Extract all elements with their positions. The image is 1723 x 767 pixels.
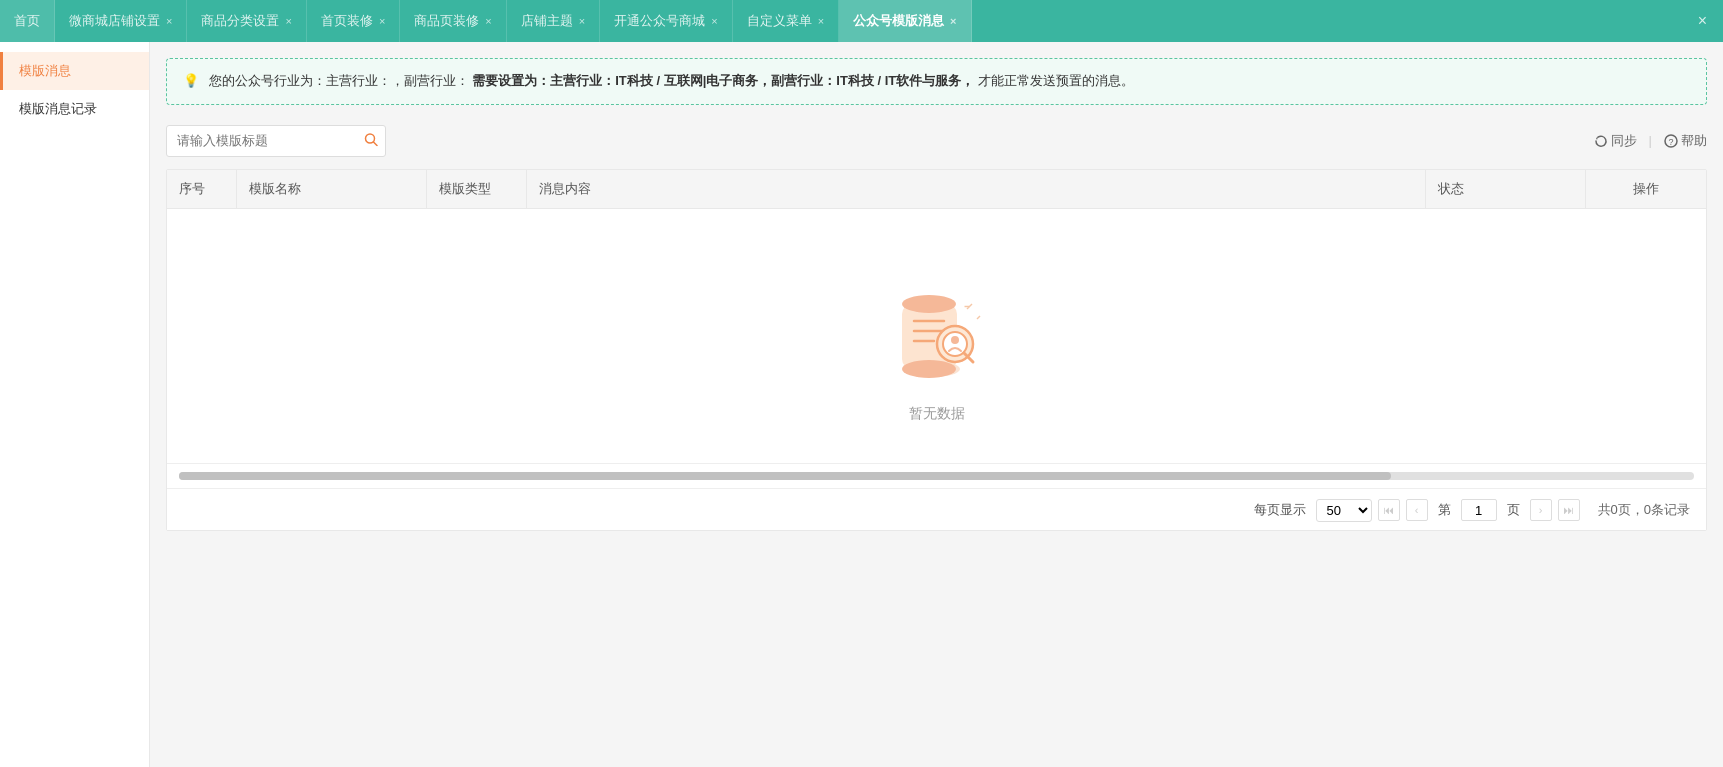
svg-text:?: ?	[1668, 137, 1673, 147]
page-di-label: 第	[1438, 501, 1451, 519]
nav-tab-homepage-deco-label: 首页装修	[321, 12, 373, 30]
nav-tab-shop-theme[interactable]: 店铺主题 ×	[507, 0, 600, 42]
sync-label: 同步	[1611, 132, 1637, 150]
sync-button[interactable]: 同步	[1594, 132, 1637, 150]
info-suffix: 才能正常发送预置的消息。	[978, 73, 1134, 88]
bulb-icon: 💡	[183, 73, 199, 88]
close-weshop-settings-icon[interactable]: ×	[166, 15, 172, 27]
search-input-wrap	[166, 125, 386, 157]
info-prefix: 您的公众号行业为：主营行业：，副营行业：	[209, 73, 469, 88]
close-product-category-icon[interactable]: ×	[285, 15, 291, 27]
svg-point-6	[902, 295, 956, 313]
svg-line-17	[977, 316, 980, 319]
sync-help-area: 同步 | ? 帮助	[1594, 132, 1707, 150]
nav-tab-homepage-deco[interactable]: 首页装修 ×	[307, 0, 400, 42]
nav-tab-template-msg-label: 公众号模版消息	[853, 12, 944, 30]
scrollbar-thumb[interactable]	[179, 472, 1391, 480]
prev-page-button[interactable]: ‹	[1406, 499, 1428, 521]
th-seq: 序号	[167, 170, 237, 208]
table-header: 序号 模版名称 模版类型 消息内容 状态 操作	[167, 170, 1706, 209]
main-layout: 模版消息 模版消息记录 💡 您的公众号行业为：主营行业：，副营行业： 需要设置为…	[0, 42, 1723, 767]
nav-tab-weshop-settings-label: 微商城店铺设置	[69, 12, 160, 30]
help-icon: ?	[1664, 134, 1678, 148]
total-info: 共0页，0条记录	[1598, 501, 1690, 519]
data-table: 序号 模版名称 模版类型 消息内容 状态 操作	[166, 169, 1707, 531]
search-input[interactable]	[166, 125, 386, 157]
search-bar: 同步 | ? 帮助	[166, 125, 1707, 157]
first-page-button[interactable]: ⏮	[1378, 499, 1400, 521]
empty-state: 暂无数据	[167, 209, 1706, 463]
th-status: 状态	[1426, 170, 1586, 208]
page-number-input[interactable]	[1461, 499, 1497, 521]
info-box: 💡 您的公众号行业为：主营行业：，副营行业： 需要设置为：主营行业：IT科技 /…	[166, 58, 1707, 105]
sidebar-item-template-msg-log[interactable]: 模版消息记录	[0, 90, 149, 128]
close-homepage-deco-icon[interactable]: ×	[379, 15, 385, 27]
svg-point-14	[951, 336, 959, 344]
sidebar: 模版消息 模版消息记录	[0, 42, 150, 767]
nav-tab-product-deco-label: 商品页装修	[414, 12, 479, 30]
content-area: 💡 您的公众号行业为：主营行业：，副营行业： 需要设置为：主营行业：IT科技 /…	[150, 42, 1723, 767]
last-page-button[interactable]: ⏭	[1558, 499, 1580, 521]
search-icon	[364, 132, 378, 146]
empty-state-text: 暂无数据	[909, 405, 965, 423]
nav-tab-custom-menu-label: 自定义菜单	[747, 12, 812, 30]
nav-tab-product-category[interactable]: 商品分类设置 ×	[187, 0, 306, 42]
pagination: 每页显示 50 10 20 100 ⏮ ‹ 第 页 › ⏭ 共0页，0条记录	[167, 488, 1706, 530]
sidebar-item-template-msg[interactable]: 模版消息	[0, 52, 149, 90]
info-highlight: 需要设置为：主营行业：IT科技 / 互联网|电子商务，副营行业：IT科技 / I…	[472, 73, 974, 88]
th-action: 操作	[1586, 170, 1706, 208]
nav-tab-custom-menu[interactable]: 自定义菜单 ×	[733, 0, 839, 42]
nav-tab-template-msg[interactable]: 公众号模版消息 ×	[839, 0, 971, 42]
help-label: 帮助	[1681, 132, 1707, 150]
next-page-button[interactable]: ›	[1530, 499, 1552, 521]
svg-line-1	[374, 142, 378, 146]
nav-tab-weshop-settings[interactable]: 微商城店铺设置 ×	[55, 0, 187, 42]
th-name: 模版名称	[237, 170, 427, 208]
th-content: 消息内容	[527, 170, 1426, 208]
close-product-deco-icon[interactable]: ×	[485, 15, 491, 27]
nav-tab-open-mall[interactable]: 开通公众号商城 ×	[600, 0, 732, 42]
page-size-label: 每页显示	[1254, 501, 1306, 519]
nav-tab-home[interactable]: 首页	[0, 0, 55, 42]
sidebar-item-template-msg-log-label: 模版消息记录	[19, 101, 97, 116]
refresh-icon	[1594, 134, 1608, 148]
nav-tab-home-label: 首页	[14, 12, 40, 30]
top-navigation: 首页 微商城店铺设置 × 商品分类设置 × 首页装修 × 商品页装修 × 店铺主…	[0, 0, 1723, 42]
close-shop-theme-icon[interactable]: ×	[579, 15, 585, 27]
page-size-select[interactable]: 50 10 20 100	[1316, 499, 1372, 522]
close-template-msg-icon[interactable]: ×	[950, 15, 956, 27]
nav-tab-product-category-label: 商品分类设置	[201, 12, 279, 30]
close-all-tabs-button[interactable]: ×	[1682, 0, 1723, 42]
help-button[interactable]: ? 帮助	[1664, 132, 1707, 150]
search-button[interactable]	[364, 132, 378, 149]
close-custom-menu-icon[interactable]: ×	[818, 15, 824, 27]
page-label: 页	[1507, 501, 1520, 519]
divider: |	[1649, 133, 1652, 148]
empty-state-illustration	[877, 269, 997, 389]
horizontal-scrollbar[interactable]	[167, 463, 1706, 488]
nav-tab-product-deco[interactable]: 商品页装修 ×	[400, 0, 506, 42]
scrollbar-track[interactable]	[179, 472, 1694, 480]
nav-tab-open-mall-label: 开通公众号商城	[614, 12, 705, 30]
svg-point-7	[902, 360, 956, 378]
close-open-mall-icon[interactable]: ×	[711, 15, 717, 27]
th-type: 模版类型	[427, 170, 527, 208]
nav-tab-shop-theme-label: 店铺主题	[521, 12, 573, 30]
sidebar-item-template-msg-label: 模版消息	[19, 63, 71, 78]
